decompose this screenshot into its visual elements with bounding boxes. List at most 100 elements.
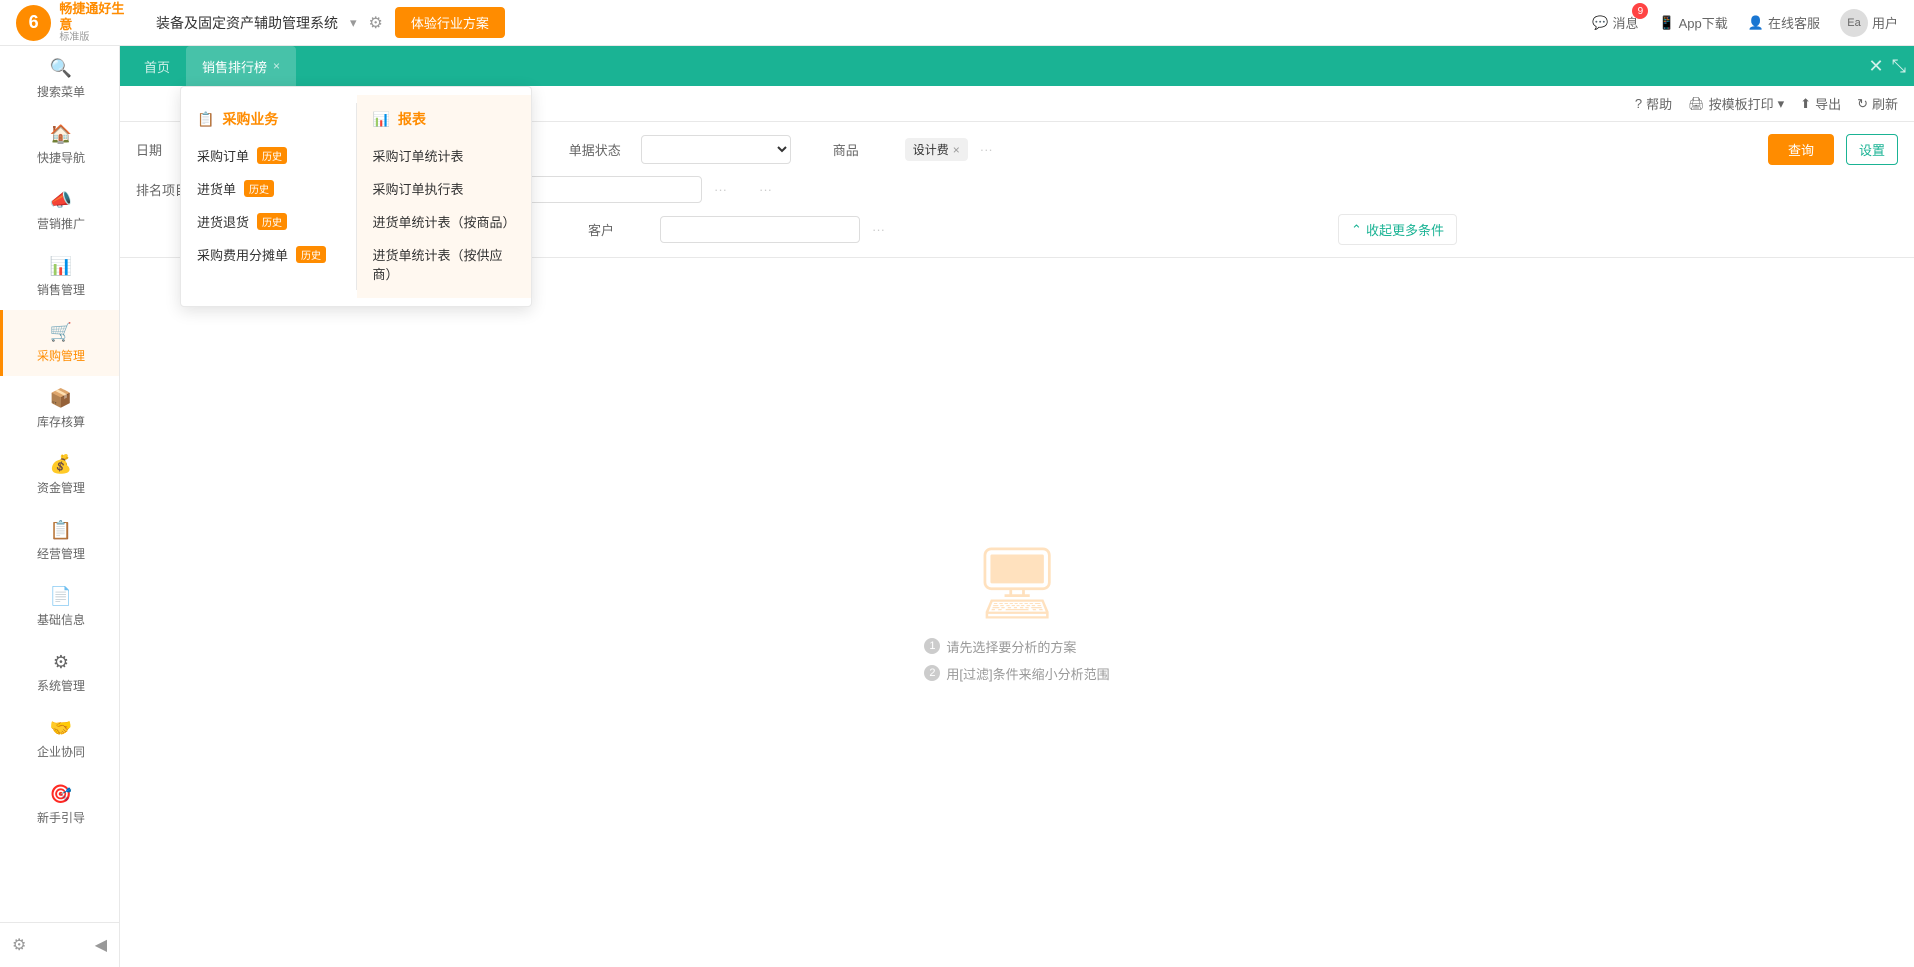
report-col: 📊 报表 采购订单统计表 采购订单执行表 进货单统计表（按商品） 进货单统计表（… <box>357 95 532 298</box>
purchase-col: 📋 采购业务 采购订单 历史 进货单 历史 进货退货 历史 采购费用分摊单 <box>181 95 356 298</box>
purchase-col-icon: 📋 <box>197 111 214 128</box>
inventory-icon: 📦 <box>50 388 72 409</box>
dropdown-item-label: 采购费用分摊单 <box>197 245 288 264</box>
purchase-col-label: 采购业务 <box>222 109 278 129</box>
dropdown-item-purchase-expense[interactable]: 采购费用分摊单 历史 <box>181 238 356 271</box>
sidebar-settings-btn[interactable]: ⚙ <box>12 935 26 955</box>
guide-icon: 🎯 <box>50 784 72 805</box>
dropdown-item-label: 进货单 <box>197 179 236 198</box>
help-btn[interactable]: ? 帮助 <box>1635 94 1672 113</box>
search-icon: 🔍 <box>50 58 72 79</box>
goods-tag-text: 设计费 <box>913 141 949 158</box>
customer-dots[interactable]: ··· <box>872 222 885 237</box>
history-badge-1: 历史 <box>257 147 287 164</box>
message-item[interactable]: 💬 消息 9 <box>1592 13 1638 32</box>
collapse-icon: ⌃ <box>1351 222 1362 238</box>
customer-input[interactable] <box>660 216 860 243</box>
sidebar-item-system[interactable]: ⚙ 系统管理 <box>0 640 119 706</box>
search-btn[interactable]: 查询 <box>1768 134 1834 165</box>
dropdown-item-label: 采购订单执行表 <box>373 179 464 198</box>
dropdown-item-order-stat[interactable]: 采购订单统计表 <box>357 139 532 172</box>
dropdown-item-order-exec[interactable]: 采购订单执行表 <box>357 172 532 205</box>
sidebar-item-operations[interactable]: 📋 经营管理 <box>0 508 119 574</box>
sidebar-label-system: 系统管理 <box>37 677 85 694</box>
industry-btn[interactable]: 体验行业方案 <box>395 7 505 38</box>
dropdown-item-label: 采购订单 <box>197 146 249 165</box>
sidebar-label-finance: 资金管理 <box>37 479 85 496</box>
tip-num-2: 2 <box>924 665 940 681</box>
sidebar-item-purchase[interactable]: 🛒 采购管理 <box>0 310 119 376</box>
user-item[interactable]: Ea 用户 <box>1840 9 1898 37</box>
sidebar-item-inventory[interactable]: 📦 库存核算 <box>0 376 119 442</box>
logo-subtitle: 标准版 <box>59 32 136 44</box>
print-icon: 🖨 <box>1688 96 1705 112</box>
online-service-item[interactable]: 👤 在线客服 <box>1748 13 1820 32</box>
service-icon: 👤 <box>1748 15 1764 31</box>
customer-label: 客户 <box>588 220 648 239</box>
salesperson-dots[interactable]: ··· <box>714 182 727 197</box>
tab-bar: 首页 销售排行榜 × ✕ ⤡ <box>120 46 1914 86</box>
print-btn[interactable]: 🖨 按模板打印 ▾ <box>1688 94 1784 113</box>
dropdown-item-label: 进货单统计表（按商品） <box>373 212 516 231</box>
dropdown-item-label: 采购订单统计表 <box>373 146 464 165</box>
marketing-icon: 📣 <box>50 190 72 211</box>
tab-home[interactable]: 首页 <box>128 46 186 86</box>
history-badge-3: 历史 <box>257 213 287 230</box>
goods-dots[interactable]: ··· <box>980 142 993 157</box>
dropdown-item-purchase-order[interactable]: 采购订单 历史 <box>181 139 356 172</box>
home-icon: 🏠 <box>50 124 72 145</box>
dropdown-item-goods-stat[interactable]: 进货单统计表（按商品） <box>357 205 532 238</box>
sidebar-item-sales[interactable]: 📊 销售管理 <box>0 244 119 310</box>
avatar-label: Ea <box>1847 17 1860 29</box>
sidebar-collapse-btn[interactable]: ◀ <box>95 935 107 955</box>
goods-tag-close[interactable]: × <box>953 143 960 157</box>
header-right: 💬 消息 9 📱 App下载 👤 在线客服 Ea 用户 <box>1592 9 1898 37</box>
sidebar-label-quick: 快捷导航 <box>37 149 85 166</box>
system-dropdown-icon[interactable]: ▾ <box>350 15 357 31</box>
sidebar-label-enterprise: 企业协同 <box>37 743 85 760</box>
sidebar-label-purchase: 采购管理 <box>37 347 85 364</box>
sidebar-label-marketing: 营销推广 <box>37 215 85 232</box>
dropdown-item-purchase-return[interactable]: 进货退货 历史 <box>181 205 356 238</box>
sidebar-item-marketing[interactable]: 📣 营销推广 <box>0 178 119 244</box>
operations-icon: 📋 <box>50 520 72 541</box>
message-icon: 💬 <box>1592 15 1608 31</box>
message-label: 消息 <box>1612 16 1638 31</box>
sidebar-label-inventory: 库存核算 <box>37 413 85 430</box>
logo-text: 畅捷通好生意 标准版 <box>59 1 136 44</box>
dropdown-item-purchase-goods[interactable]: 进货单 历史 <box>181 172 356 205</box>
report-col-title: 📊 报表 <box>357 103 532 139</box>
sidebar-item-finance[interactable]: 💰 资金管理 <box>0 442 119 508</box>
tab-close-window-icon[interactable]: ✕ <box>1869 56 1884 77</box>
refresh-label: 刷新 <box>1872 94 1898 113</box>
collapse-btn[interactable]: ⌃ 收起更多条件 <box>1338 214 1457 245</box>
logo-title: 畅捷通好生意 <box>59 1 136 32</box>
status-select[interactable] <box>641 135 791 164</box>
refresh-icon: ↻ <box>1857 96 1868 112</box>
tab-home-label: 首页 <box>144 57 170 76</box>
app-download-item[interactable]: 📱 App下载 <box>1658 13 1727 32</box>
sidebar-label-sales: 销售管理 <box>37 281 85 298</box>
tab-sales-rank[interactable]: 销售排行榜 × <box>186 46 296 86</box>
sidebar-label-search: 搜索菜单 <box>37 83 85 100</box>
sidebar-item-search[interactable]: 🔍 搜索菜单 <box>0 46 119 112</box>
tip-text-1: 请先选择要分析的方案 <box>946 637 1076 656</box>
system-settings-icon[interactable]: ⚙ <box>369 13 383 33</box>
tab-expand-icon[interactable]: ⤡ <box>1892 56 1906 77</box>
report-col-label: 报表 <box>398 109 426 129</box>
sidebar-label-basic: 基础信息 <box>37 611 85 628</box>
header-center: 装备及固定资产辅助管理系统 ▾ ⚙ 体验行业方案 <box>136 7 1592 38</box>
sidebar-item-basic[interactable]: 📄 基础信息 <box>0 574 119 640</box>
settings-btn[interactable]: 设置 <box>1846 134 1898 165</box>
export-btn[interactable]: ⬆ 导出 <box>1800 94 1841 113</box>
sidebar-item-guide[interactable]: 🎯 新手引导 <box>0 772 119 838</box>
dropdown-item-supplier-stat[interactable]: 进货单统计表（按供应商） <box>357 238 532 290</box>
sidebar-item-enterprise[interactable]: 🤝 企业协同 <box>0 706 119 772</box>
warehouse-dots[interactable]: ··· <box>759 182 772 197</box>
refresh-btn[interactable]: ↻ 刷新 <box>1857 94 1898 113</box>
empty-tip-1: 1 请先选择要分析的方案 <box>924 637 1109 656</box>
tab-close-icon[interactable]: × <box>273 59 280 73</box>
sidebar-item-quick[interactable]: 🏠 快捷导航 <box>0 112 119 178</box>
sidebar-label-operations: 经营管理 <box>37 545 85 562</box>
logo-icon: 6 <box>16 5 51 41</box>
